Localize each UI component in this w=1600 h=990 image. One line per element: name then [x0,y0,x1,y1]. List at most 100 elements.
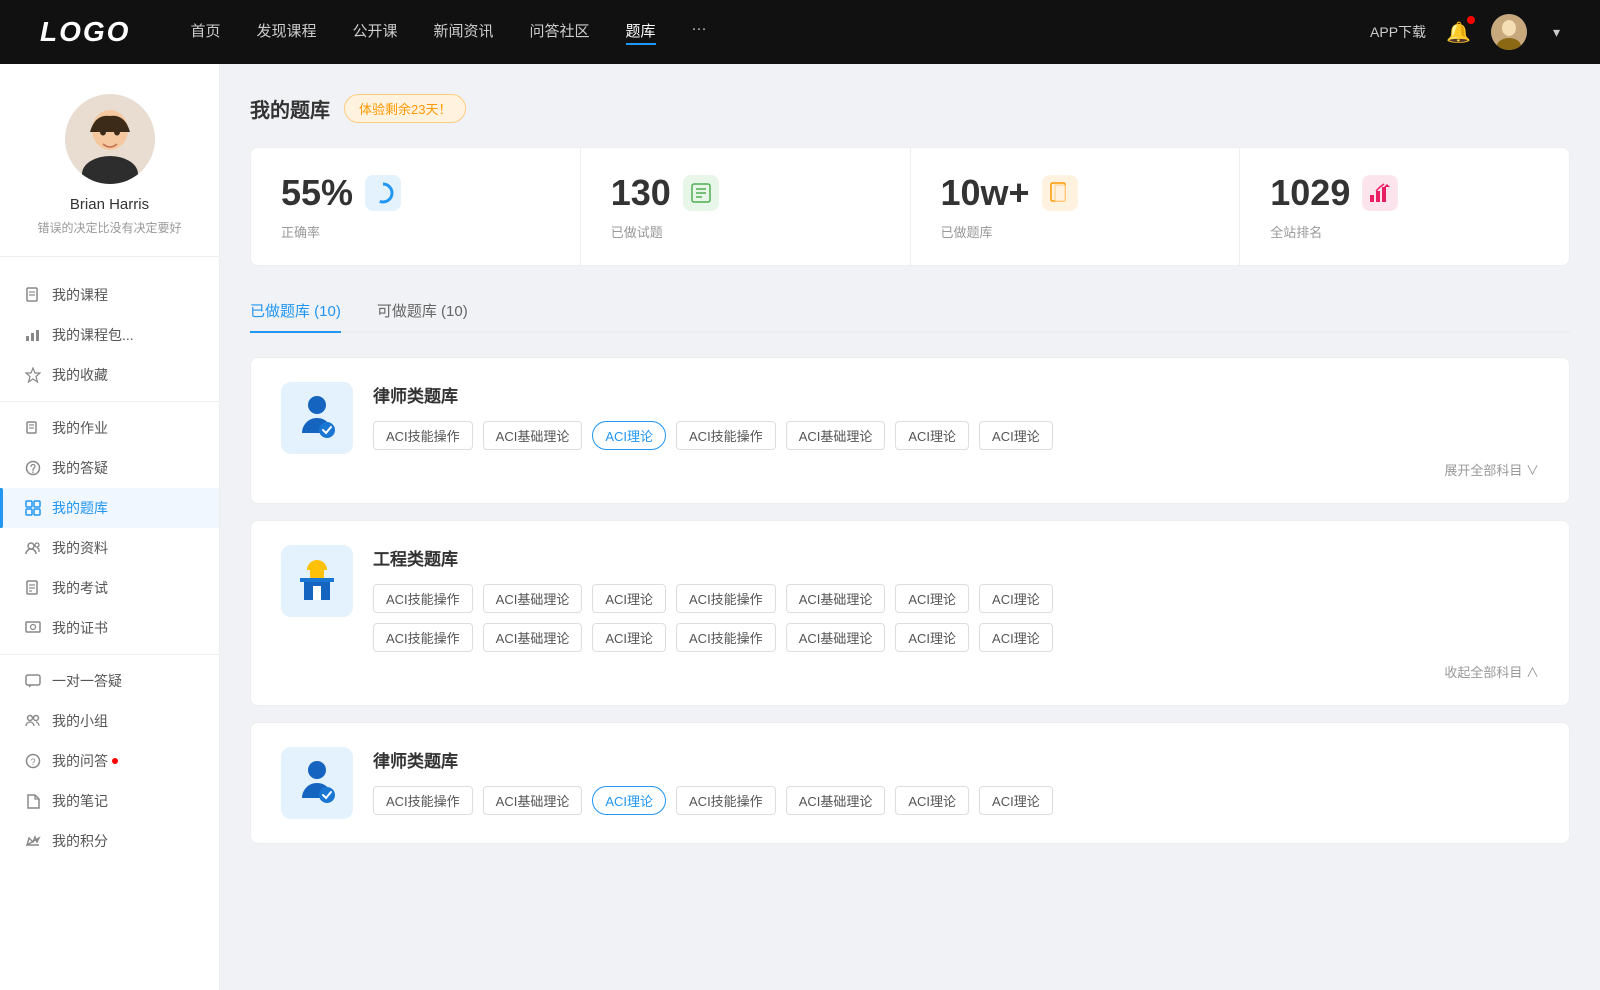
star-icon [24,366,42,384]
tag-eng-r2-3[interactable]: ACI技能操作 [676,623,776,652]
pie-chart-icon [365,175,401,211]
stats-row: 55% 正确率 130 已做试题 [250,147,1570,266]
tag-lawyer-1-2[interactable]: ACI理论 [592,421,666,450]
sidebar-item-my-course[interactable]: 我的课程 [0,275,219,315]
tag-lawyer-2-6[interactable]: ACI理论 [979,786,1053,815]
stat-done-questions-number: 130 [611,172,671,214]
qbank-header-lawyer-1: 律师类题库 ACI技能操作 ACI基础理论 ACI理论 ACI技能操作 ACI基… [281,382,1539,479]
tag-lawyer-1-1[interactable]: ACI基础理论 [483,421,583,450]
qbank-body-lawyer-1: 律师类题库 ACI技能操作 ACI基础理论 ACI理论 ACI技能操作 ACI基… [373,382,1539,479]
sidebar-item-my-answers[interactable]: ? 我的问答 [0,741,219,781]
tag-eng-r2-6[interactable]: ACI理论 [979,623,1053,652]
doc-icon [1042,175,1078,211]
sidebar-item-one-to-one[interactable]: 一对一答疑 [0,661,219,701]
sidebar-item-my-package[interactable]: 我的课程包... [0,315,219,355]
sidebar: Brian Harris 错误的决定比没有决定要好 我的课程 我的课程包... [0,64,220,990]
tag-lawyer-2-3[interactable]: ACI技能操作 [676,786,776,815]
tags-row-lawyer-1: ACI技能操作 ACI基础理论 ACI理论 ACI技能操作 ACI基础理论 AC… [373,421,1539,450]
tag-lawyer-1-6[interactable]: ACI理论 [979,421,1053,450]
nav-more[interactable]: ··· [692,20,707,45]
stat-rank-number: 1029 [1270,172,1350,214]
qbank-card-lawyer-1: 律师类题库 ACI技能操作 ACI基础理论 ACI理论 ACI技能操作 ACI基… [250,357,1570,504]
nav-news[interactable]: 新闻资讯 [434,20,494,45]
list-icon [683,175,719,211]
sidebar-item-my-points[interactable]: 我的积分 [0,821,219,861]
tag-lawyer-1-0[interactable]: ACI技能操作 [373,421,473,450]
tag-lawyer-2-1[interactable]: ACI基础理论 [483,786,583,815]
stat-done-questions-top: 130 [611,172,880,214]
tab-done-banks[interactable]: 已做题库 (10) [250,290,341,331]
profile-name: Brian Harris [20,196,199,213]
app-download-button[interactable]: APP下载 [1370,22,1426,42]
file-icon [24,286,42,304]
stat-accuracy-label: 正确率 [281,222,550,241]
sidebar-item-my-notes[interactable]: 我的笔记 [0,781,219,821]
sidebar-profile: Brian Harris 错误的决定比没有决定要好 [0,94,219,257]
qbank-title-lawyer-1: 律师类题库 [373,382,1539,407]
ranking-chart-icon [1362,175,1398,211]
tag-eng-r1-3[interactable]: ACI技能操作 [676,584,776,613]
tag-eng-r2-2[interactable]: ACI理论 [592,623,666,652]
logo[interactable]: LOGO [40,16,130,48]
qbank-title-lawyer-2: 律师类题库 [373,747,1539,772]
sidebar-item-my-questions[interactable]: 我的答疑 [0,448,219,488]
page-header: 我的题库 体验剩余23天！ [250,94,1570,123]
nav-qbank[interactable]: 题库 [626,20,656,45]
stat-rank-top: 1029 [1270,172,1539,214]
qbank-header-lawyer-2: 律师类题库 ACI技能操作 ACI基础理论 ACI理论 ACI技能操作 ACI基… [281,747,1539,819]
tag-lawyer-1-3[interactable]: ACI技能操作 [676,421,776,450]
sidebar-item-my-profile[interactable]: 我的资料 [0,528,219,568]
crown-icon [24,832,42,850]
tag-lawyer-1-4[interactable]: ACI基础理论 [786,421,886,450]
notification-bell[interactable]: 🔔 [1446,20,1471,45]
stat-done-banks-label: 已做题库 [941,222,1210,241]
tag-eng-r1-2[interactable]: ACI理论 [592,584,666,613]
nav-open-course[interactable]: 公开课 [352,20,397,45]
people-icon [24,712,42,730]
qbank-icon-engineer-1 [281,545,353,617]
tags-row-lawyer-2: ACI技能操作 ACI基础理论 ACI理论 ACI技能操作 ACI基础理论 AC… [373,786,1539,815]
tab-available-banks[interactable]: 可做题库 (10) [377,290,468,331]
tag-eng-r2-0[interactable]: ACI技能操作 [373,623,473,652]
qbank-body-lawyer-2: 律师类题库 ACI技能操作 ACI基础理论 ACI理论 ACI技能操作 ACI基… [373,747,1539,815]
profile-motto: 错误的决定比没有决定要好 [20,219,199,236]
trial-badge: 体验剩余23天！ [344,94,466,123]
tag-eng-r1-1[interactable]: ACI基础理论 [483,584,583,613]
tag-eng-r1-5[interactable]: ACI理论 [895,584,969,613]
bell-icon: 🔔 [1446,22,1471,44]
sidebar-item-my-exam[interactable]: 我的考试 [0,568,219,608]
tag-lawyer-1-5[interactable]: ACI理论 [895,421,969,450]
tag-eng-r1-0[interactable]: ACI技能操作 [373,584,473,613]
stat-rank: 1029 全站排名 [1240,148,1569,265]
notification-badge [1467,16,1475,24]
sidebar-item-my-homework[interactable]: 我的作业 [0,408,219,448]
tag-eng-r1-6[interactable]: ACI理论 [979,584,1053,613]
user-menu-chevron[interactable]: ▾ [1553,24,1560,41]
nav-discover[interactable]: 发现课程 [256,20,316,45]
tag-lawyer-2-0[interactable]: ACI技能操作 [373,786,473,815]
main-nav: 首页 发现课程 公开课 新闻资讯 问答社区 题库 ··· [190,20,1370,45]
tag-lawyer-2-2[interactable]: ACI理论 [592,786,666,815]
stat-done-questions-label: 已做试题 [611,222,880,241]
tag-lawyer-2-5[interactable]: ACI理论 [895,786,969,815]
tag-eng-r2-4[interactable]: ACI基础理论 [786,623,886,652]
nav-home[interactable]: 首页 [190,20,220,45]
tag-eng-r1-4[interactable]: ACI基础理论 [786,584,886,613]
sidebar-item-my-group[interactable]: 我的小组 [0,701,219,741]
collapse-link-engineer-1[interactable]: 收起全部科目 ∧ [373,662,1539,681]
tag-eng-r2-1[interactable]: ACI基础理论 [483,623,583,652]
nav-qa[interactable]: 问答社区 [530,20,590,45]
stat-done-banks: 10w+ 已做题库 [911,148,1241,265]
sidebar-item-my-favorites[interactable]: 我的收藏 [0,355,219,395]
qbank-card-lawyer-2: 律师类题库 ACI技能操作 ACI基础理论 ACI理论 ACI技能操作 ACI基… [250,722,1570,844]
expand-link-lawyer-1[interactable]: 展开全部科目 ∨ [373,460,1539,479]
user-avatar[interactable] [1491,14,1527,50]
sidebar-item-my-cert[interactable]: 我的证书 [0,608,219,648]
sidebar-divider-1 [0,401,219,402]
stat-done-banks-top: 10w+ [941,172,1210,214]
tag-lawyer-2-4[interactable]: ACI基础理论 [786,786,886,815]
qbank-icon-lawyer-1 [281,382,353,454]
sidebar-item-my-qbank[interactable]: 我的题库 [0,488,219,528]
tag-eng-r2-5[interactable]: ACI理论 [895,623,969,652]
help-circle-icon [24,459,42,477]
